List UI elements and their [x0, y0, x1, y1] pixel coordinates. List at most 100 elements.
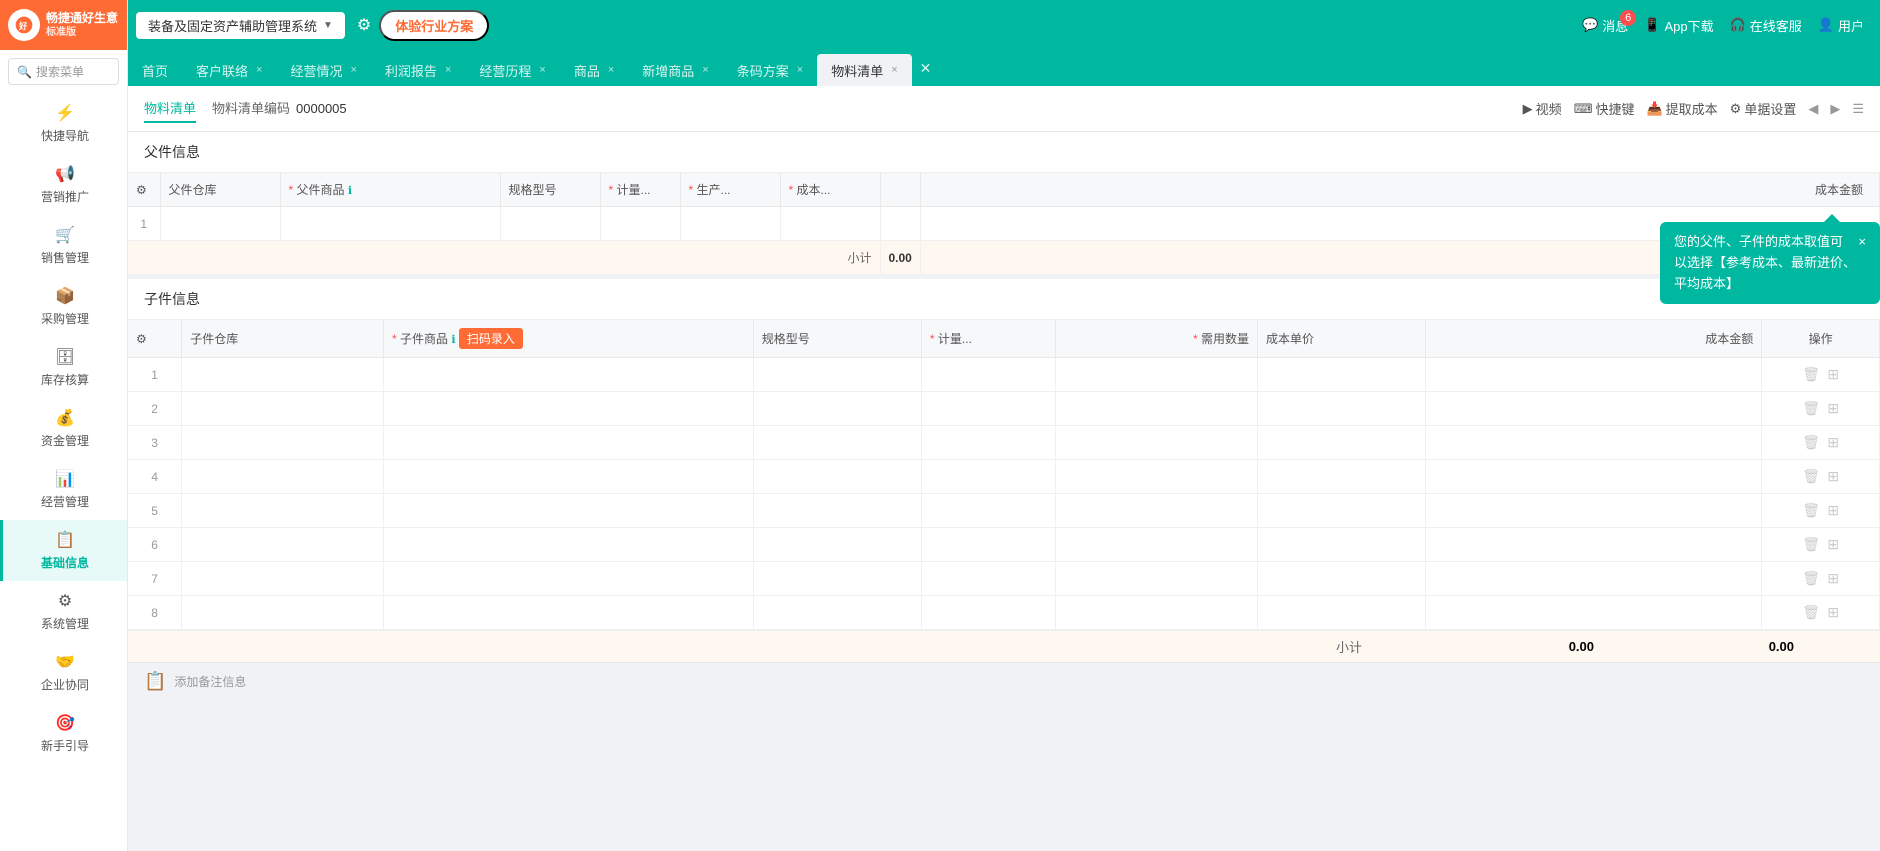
delete-icon[interactable]: 🗑 — [1802, 570, 1820, 586]
app-download-action[interactable]: 📱 App下载 — [1644, 16, 1713, 35]
online-service-action[interactable]: 🎧 在线客服 — [1730, 16, 1802, 35]
child-warehouse-cell[interactable] — [182, 562, 384, 596]
sidebar-item-quicknav[interactable]: ⚡ 快捷导航 — [0, 93, 127, 154]
sidebar-item-enterprise[interactable]: 🤝 企业协同 — [0, 642, 127, 703]
parent-warehouse-cell[interactable] — [160, 207, 280, 241]
child-warehouse-cell[interactable] — [182, 426, 384, 460]
child-unit-cell[interactable] — [921, 494, 1055, 528]
child-unit-cost-cell[interactable] — [1258, 494, 1426, 528]
close-all-tabs-icon[interactable]: ✕ — [912, 60, 940, 77]
child-goods-cell[interactable] — [383, 358, 753, 392]
nav-right-icon[interactable]: ▶ — [1830, 101, 1840, 117]
child-spec-cell[interactable] — [753, 426, 921, 460]
copy-icon[interactable]: ⊞ — [1827, 536, 1839, 552]
sidebar-item-purchase[interactable]: 📦 采购管理 — [0, 276, 127, 337]
child-goods-cell[interactable] — [383, 460, 753, 494]
child-goods-cell[interactable] — [383, 426, 753, 460]
child-qty-cell[interactable] — [1056, 494, 1258, 528]
system-selector[interactable]: 装备及固定资产辅助管理系统 ▼ — [136, 12, 345, 39]
copy-icon[interactable]: ⊞ — [1827, 604, 1839, 620]
child-unit-cell[interactable] — [921, 426, 1055, 460]
child-unit-cost-cell[interactable] — [1258, 392, 1426, 426]
child-spec-cell[interactable] — [753, 494, 921, 528]
child-unit-cost-cell[interactable] — [1258, 596, 1426, 630]
nav-left-icon[interactable]: ◀ — [1808, 101, 1818, 117]
copy-icon[interactable]: ⊞ — [1827, 468, 1839, 484]
parent-spec-cell[interactable] — [500, 207, 600, 241]
tab-history[interactable]: 经营历程 × — [465, 54, 559, 86]
tab-close-icon[interactable]: × — [445, 64, 451, 76]
delete-icon[interactable]: 🗑 — [1802, 502, 1820, 518]
child-warehouse-cell[interactable] — [182, 460, 384, 494]
copy-icon[interactable]: ⊞ — [1827, 570, 1839, 586]
shortcut-action[interactable]: ⌨ 快捷键 — [1574, 99, 1635, 118]
tab-close-icon[interactable]: × — [256, 64, 262, 76]
settings-icon[interactable]: ⚙ — [357, 15, 371, 35]
copy-icon[interactable]: ⊞ — [1827, 434, 1839, 450]
child-spec-cell[interactable] — [753, 392, 921, 426]
delete-icon[interactable]: 🗑 — [1802, 604, 1820, 620]
add-row-icon[interactable]: 📋 — [144, 671, 166, 692]
parent-unit-cell[interactable] — [600, 207, 680, 241]
user-action[interactable]: 👤 用户 — [1818, 16, 1864, 35]
child-unit-cell[interactable] — [921, 358, 1055, 392]
child-unit-cell[interactable] — [921, 528, 1055, 562]
child-goods-cell[interactable] — [383, 562, 753, 596]
delete-icon[interactable]: 🗑 — [1802, 434, 1820, 450]
tab-bom[interactable]: 物料清单 × — [817, 54, 911, 86]
search-menu-item[interactable]: 🔍搜索菜单 — [0, 50, 127, 93]
scan-input-button[interactable]: 扫码录入 — [459, 328, 523, 349]
child-unit-cost-cell[interactable] — [1258, 528, 1426, 562]
child-unit-cell[interactable] — [921, 460, 1055, 494]
child-spec-cell[interactable] — [753, 562, 921, 596]
delete-icon[interactable]: 🗑 — [1802, 536, 1820, 552]
delete-icon[interactable]: 🗑 — [1802, 366, 1820, 382]
parent-goods-info-icon[interactable]: ℹ — [348, 185, 352, 197]
child-unit-cell[interactable] — [921, 596, 1055, 630]
sidebar-item-finance[interactable]: 💰 资金管理 — [0, 398, 127, 459]
child-goods-cell[interactable] — [383, 494, 753, 528]
doc-settings-action[interactable]: ⚙ 单据设置 — [1730, 99, 1797, 118]
trial-button[interactable]: 体验行业方案 — [379, 10, 489, 41]
child-spec-cell[interactable] — [753, 596, 921, 630]
list-view-icon[interactable]: ☰ — [1852, 101, 1864, 117]
tab-close-icon[interactable]: × — [797, 64, 803, 76]
child-warehouse-cell[interactable] — [182, 596, 384, 630]
child-qty-cell[interactable] — [1056, 562, 1258, 596]
child-col-settings[interactable]: ⚙ — [128, 320, 182, 358]
child-qty-cell[interactable] — [1056, 596, 1258, 630]
copy-icon[interactable]: ⊞ — [1827, 502, 1839, 518]
video-action[interactable]: ▶ 视频 — [1523, 99, 1562, 118]
child-warehouse-cell[interactable] — [182, 528, 384, 562]
delete-icon[interactable]: 🗑 — [1802, 400, 1820, 416]
sidebar-item-system[interactable]: ⚙ 系统管理 — [0, 581, 127, 642]
child-goods-info-icon[interactable]: ℹ — [451, 334, 455, 346]
parent-col-settings[interactable]: ⚙ — [128, 173, 160, 207]
child-qty-cell[interactable] — [1056, 392, 1258, 426]
sidebar-item-sales[interactable]: 🛒 销售管理 — [0, 215, 127, 276]
child-qty-cell[interactable] — [1056, 528, 1258, 562]
sidebar-item-basic[interactable]: 📋 基础信息 — [0, 520, 127, 581]
child-goods-cell[interactable] — [383, 528, 753, 562]
child-spec-cell[interactable] — [753, 528, 921, 562]
tab-close-icon[interactable]: × — [891, 64, 897, 76]
child-warehouse-cell[interactable] — [182, 392, 384, 426]
tab-profit[interactable]: 利润报告 × — [371, 54, 465, 86]
child-spec-cell[interactable] — [753, 460, 921, 494]
parent-cost-cell[interactable] — [780, 207, 880, 241]
child-unit-cost-cell[interactable] — [1258, 358, 1426, 392]
child-warehouse-cell[interactable] — [182, 358, 384, 392]
tab-customer[interactable]: 客户联络 × — [182, 54, 276, 86]
parent-goods-cell[interactable] — [280, 207, 500, 241]
child-unit-cell[interactable] — [921, 392, 1055, 426]
tab-close-icon[interactable]: × — [608, 64, 614, 76]
child-unit-cell[interactable] — [921, 562, 1055, 596]
child-qty-cell[interactable] — [1056, 460, 1258, 494]
sidebar-item-marketing[interactable]: 📢 营销推广 — [0, 154, 127, 215]
tab-home[interactable]: 首页 — [128, 54, 182, 86]
sub-tab-bom-code[interactable]: 物料清单编码 — [212, 94, 290, 123]
child-goods-cell[interactable] — [383, 596, 753, 630]
copy-icon[interactable]: ⊞ — [1827, 400, 1839, 416]
child-unit-cost-cell[interactable] — [1258, 562, 1426, 596]
extract-cost-action[interactable]: 📥 提取成本 — [1646, 99, 1717, 118]
